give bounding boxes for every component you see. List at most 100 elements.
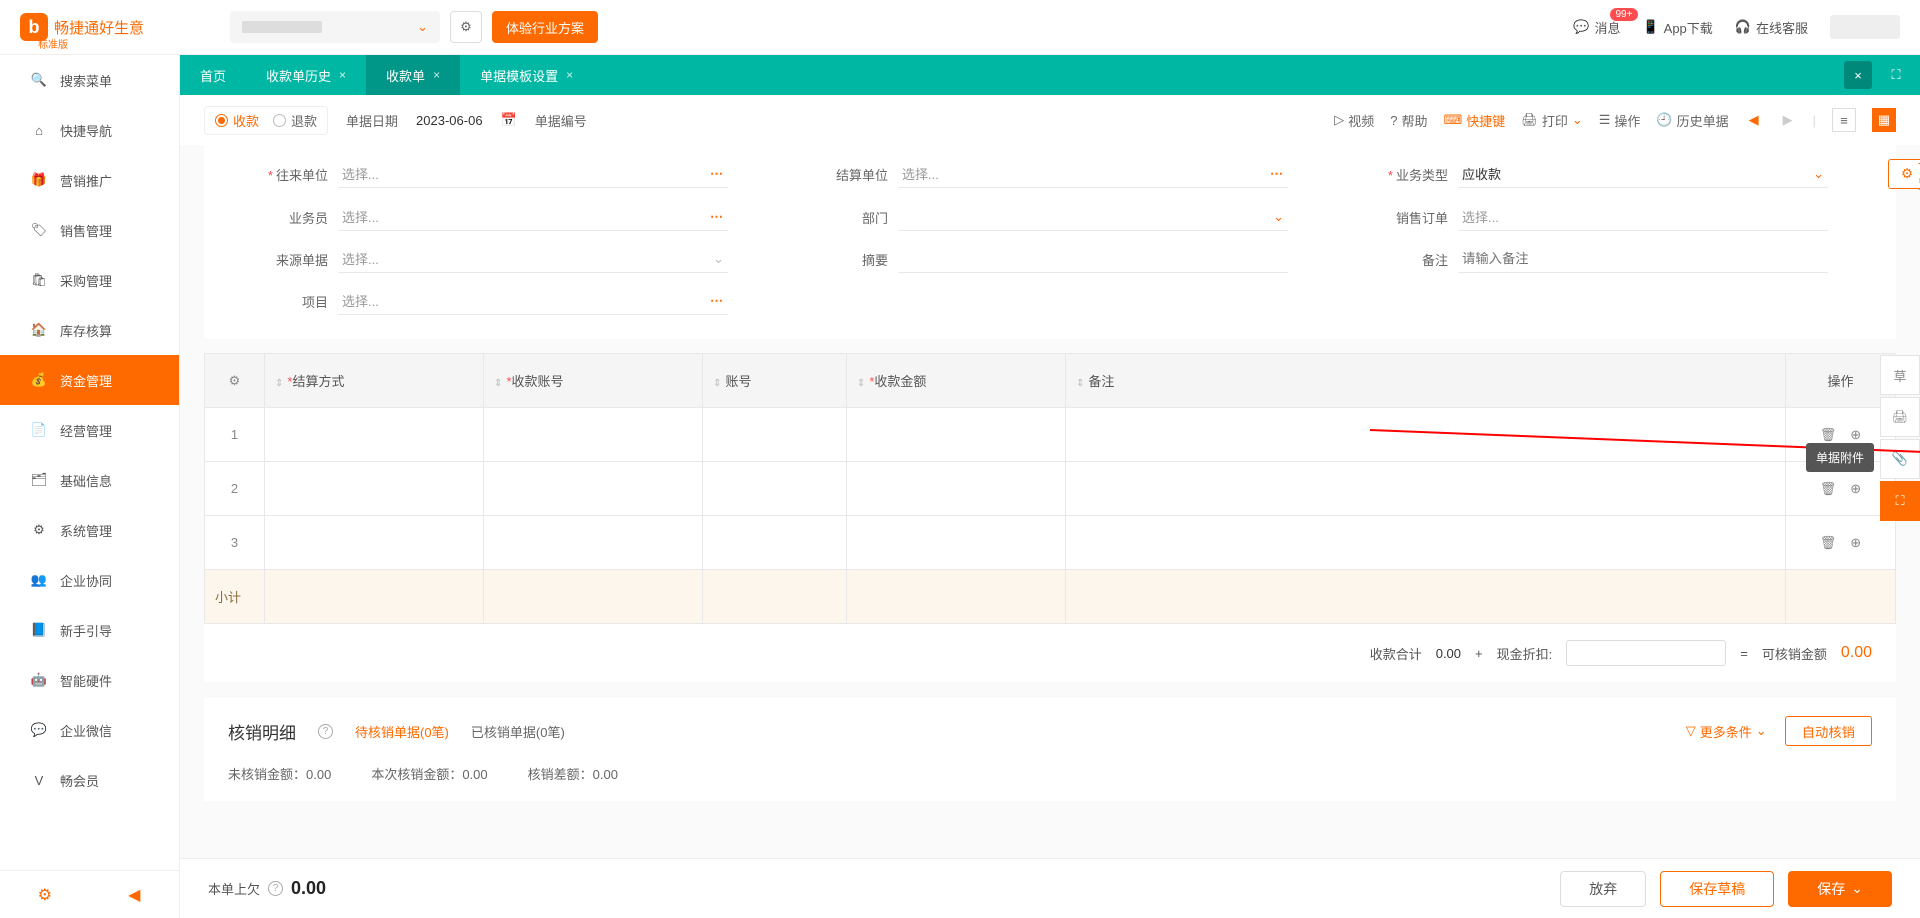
close-icon[interactable]: × — [339, 68, 346, 82]
cell[interactable] — [703, 462, 847, 516]
prev-doc-button[interactable]: ◀ — [1745, 112, 1763, 128]
salesorder-input[interactable]: 选择... — [1458, 203, 1828, 231]
sidebar-settings-button[interactable]: ⚙ — [0, 885, 90, 905]
delete-icon[interactable]: 🗑 — [1820, 481, 1837, 497]
verify-tab-done[interactable]: 已核销单据(0笔) — [471, 722, 565, 741]
sidebar-collapse-button[interactable]: ◀ — [90, 885, 180, 905]
cell[interactable] — [265, 516, 484, 570]
sidebar-item-operation[interactable]: 📄经营管理 — [0, 405, 179, 455]
grid-header-accountno[interactable]: ⇕账号 — [703, 354, 847, 408]
tab-home[interactable]: 首页 — [180, 55, 246, 95]
video-link[interactable]: ▷视频 — [1334, 111, 1374, 130]
cell[interactable] — [265, 462, 484, 516]
help-icon[interactable]: ? — [318, 724, 333, 739]
view-form-button[interactable]: ▦ — [1872, 108, 1896, 132]
discard-button[interactable]: 放弃 — [1560, 871, 1646, 907]
cash-discount-input[interactable] — [1566, 640, 1726, 666]
settlement-input[interactable]: 选择...⋯ — [898, 160, 1288, 188]
add-icon[interactable]: ⊕ — [1850, 427, 1861, 443]
source-select[interactable]: 选择...⌄ — [338, 245, 728, 273]
salesman-input[interactable]: 选择...⋯ — [338, 203, 728, 231]
sidebar-item-marketing[interactable]: 🎁营销推广 — [0, 155, 179, 205]
user-avatar[interactable] — [1830, 15, 1900, 39]
form-settings-button[interactable]: ⚙设置 — [1888, 159, 1920, 189]
project-input[interactable]: 选择...⋯ — [338, 287, 728, 315]
settings-gear-button[interactable]: ⚙ — [450, 11, 482, 43]
history-link[interactable]: 🕘历史单据 — [1656, 111, 1728, 130]
sidebar-item-purchase[interactable]: 🛍采购管理 — [0, 255, 179, 305]
add-icon[interactable]: ⊕ — [1850, 535, 1861, 551]
cell[interactable] — [846, 408, 1065, 462]
remark-input[interactable] — [1458, 245, 1828, 273]
sidebar-item-search[interactable]: 🔍搜索菜单 — [0, 55, 179, 105]
save-draft-button[interactable]: 保存草稿 — [1660, 871, 1774, 907]
cell[interactable] — [703, 516, 847, 570]
cell[interactable] — [846, 462, 1065, 516]
cell[interactable] — [484, 516, 703, 570]
delete-icon[interactable]: 🗑 — [1820, 535, 1837, 551]
cell[interactable] — [265, 408, 484, 462]
cell[interactable] — [484, 408, 703, 462]
sidebar-item-funds[interactable]: 💰资金管理 — [0, 355, 179, 405]
trial-industry-button[interactable]: 体验行业方案 — [492, 11, 598, 43]
close-icon[interactable]: × — [433, 68, 440, 82]
app-download-link[interactable]: 📱 App下载 — [1642, 18, 1712, 37]
sidebar-item-hardware[interactable]: 🤖智能硬件 — [0, 655, 179, 705]
add-icon[interactable]: ⊕ — [1850, 481, 1861, 497]
more-conditions-link[interactable]: ▽更多条件⌄ — [1686, 722, 1767, 741]
dept-select[interactable]: ⌄ — [898, 203, 1288, 231]
next-doc-button[interactable]: ▶ — [1779, 112, 1797, 128]
rail-attachment-button[interactable]: 📎 — [1880, 439, 1920, 479]
sidebar-item-inventory[interactable]: 🏠库存核算 — [0, 305, 179, 355]
rail-print-button[interactable]: 🖨 — [1880, 397, 1920, 437]
sidebar-item-guide[interactable]: 📘新手引导 — [0, 605, 179, 655]
print-link[interactable]: 🖨打印⌄ — [1521, 111, 1582, 130]
save-button[interactable]: 保存⌄ — [1788, 871, 1892, 907]
sidebar-item-system[interactable]: ⚙系统管理 — [0, 505, 179, 555]
radio-receive[interactable]: 收款 — [215, 111, 259, 130]
date-value[interactable]: 2023-06-06 — [416, 113, 483, 128]
sidebar-item-sales[interactable]: 🏷销售管理 — [0, 205, 179, 255]
messages-link[interactable]: 💬 消息 99+ — [1573, 18, 1620, 37]
cell[interactable] — [1066, 462, 1786, 516]
sidebar-item-basicinfo[interactable]: 🗂基础信息 — [0, 455, 179, 505]
tab-receipt-history[interactable]: 收款单历史× — [246, 55, 366, 95]
summary-input[interactable] — [898, 245, 1288, 273]
online-service-link[interactable]: 🎧 在线客服 — [1735, 18, 1808, 37]
help-icon[interactable]: ? — [268, 881, 283, 896]
tab-receipt[interactable]: 收款单× — [366, 55, 460, 95]
cell[interactable] — [1066, 516, 1786, 570]
grid-header-gear[interactable]: ⚙ — [205, 354, 265, 408]
sidebar-item-collab[interactable]: 👥企业协同 — [0, 555, 179, 605]
auto-verify-button[interactable]: 自动核销 — [1785, 716, 1872, 746]
cell[interactable] — [703, 408, 847, 462]
rail-expand-button[interactable]: ⛶ — [1880, 481, 1920, 521]
sidebar-item-vip[interactable]: V畅会员 — [0, 755, 179, 805]
cell[interactable] — [484, 462, 703, 516]
operation-link[interactable]: ☰操作 — [1599, 111, 1641, 130]
company-dropdown[interactable]: ⌄ — [230, 11, 440, 43]
grid-header-amount[interactable]: ⇕*收款金额 — [846, 354, 1065, 408]
close-icon[interactable]: × — [566, 68, 573, 82]
shortcut-link[interactable]: ⌨快捷键 — [1444, 111, 1506, 130]
radio-refund[interactable]: 退款 — [273, 111, 317, 130]
biztype-select[interactable]: 应收款⌄ — [1458, 160, 1828, 188]
help-link[interactable]: ?帮助 — [1390, 111, 1427, 130]
grid-header-remark[interactable]: ⇕备注 — [1066, 354, 1786, 408]
verify-tab-pending[interactable]: 待核销单据(0笔) — [355, 722, 449, 741]
cell[interactable] — [1066, 408, 1786, 462]
sidebar-item-quicknav[interactable]: ⌂快捷导航 — [0, 105, 179, 155]
partner-input[interactable]: 选择...⋯ — [338, 160, 728, 188]
rail-draft-button[interactable]: 草 — [1880, 355, 1920, 395]
tab-template[interactable]: 单据模板设置× — [460, 55, 593, 95]
tab-close-all-button[interactable]: × — [1844, 61, 1872, 89]
select-value: 应收款 — [1462, 164, 1501, 183]
fullscreen-button[interactable]: ⛶ — [1882, 61, 1910, 89]
view-list-button[interactable]: ≡ — [1832, 108, 1856, 132]
grid-header-account[interactable]: ⇕*收款账号 — [484, 354, 703, 408]
delete-icon[interactable]: 🗑 — [1820, 427, 1837, 443]
grid-header-settlement[interactable]: ⇕*结算方式 — [265, 354, 484, 408]
cell[interactable] — [846, 516, 1065, 570]
calendar-icon[interactable]: 📅 — [501, 112, 517, 128]
sidebar-item-wechat[interactable]: 💬企业微信 — [0, 705, 179, 755]
